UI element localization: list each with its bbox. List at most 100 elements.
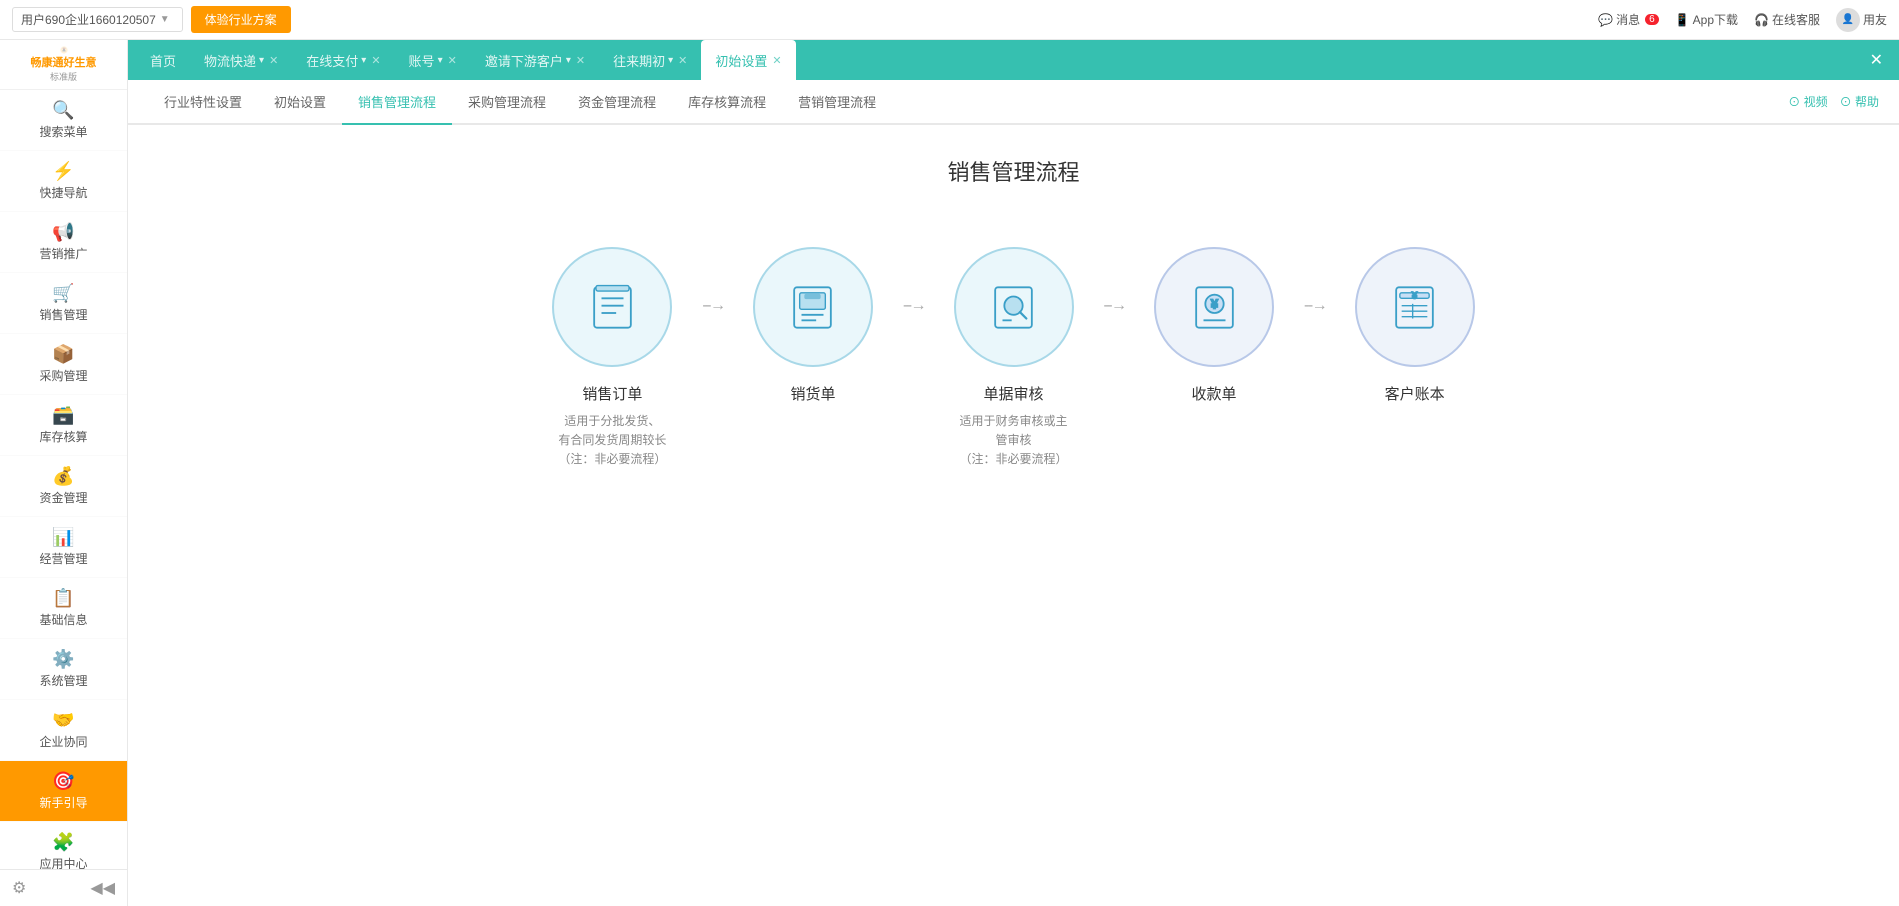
close-init-icon[interactable]: ✕ bbox=[772, 54, 781, 67]
top-bar-left: 用户690企业1660120507 ▼ 体验行业方案 bbox=[12, 6, 291, 33]
user-selector[interactable]: 用户690企业1660120507 ▼ bbox=[12, 7, 183, 32]
marketing-icon: 📢 bbox=[52, 222, 74, 243]
collab-icon: 🤝 bbox=[52, 710, 74, 731]
settings-icon[interactable]: ⚙ bbox=[12, 878, 26, 898]
sidebar-label-inventory: 库存核算 bbox=[39, 428, 87, 445]
subtab-marketing-flow-label: 营销管理流程 bbox=[798, 95, 876, 110]
svg-text:¥: ¥ bbox=[1210, 296, 1218, 311]
arrow-icon: ▾ bbox=[259, 55, 264, 66]
tab-invite[interactable]: 邀请下游客户 ▾ ✕ bbox=[471, 40, 599, 80]
tab-logistics-label: 物流快递 bbox=[204, 51, 256, 70]
top-bar-right: 💬 消息 6 📱 App下载 🎧 在线客服 👤 用友 bbox=[1598, 8, 1887, 32]
tab-payment[interactable]: 在线支付 ▾ ✕ bbox=[292, 40, 394, 80]
tab-logistics[interactable]: 物流快递 ▾ ✕ bbox=[190, 40, 292, 80]
close-invite-icon[interactable]: ✕ bbox=[576, 54, 585, 67]
sidebar-item-finance[interactable]: 💰 资金管理 bbox=[0, 456, 127, 517]
system-icon: ⚙️ bbox=[52, 649, 74, 670]
sidebar-item-apps[interactable]: 🧩 应用中心 bbox=[0, 822, 127, 869]
sidebar-item-basic[interactable]: 📋 基础信息 bbox=[0, 578, 127, 639]
sidebar-label-collab: 企业协同 bbox=[39, 733, 87, 750]
subtab-purchase-flow-label: 采购管理流程 bbox=[468, 95, 546, 110]
sidebar-item-purchase[interactable]: 📦 采购管理 bbox=[0, 334, 127, 395]
sidebar-item-guide[interactable]: 🎯 新手引导 bbox=[0, 761, 127, 822]
messages-button[interactable]: 💬 消息 6 bbox=[1598, 11, 1659, 28]
tab-account-label: 账号 bbox=[409, 51, 435, 70]
sidebar-label-sales: 销售管理 bbox=[39, 306, 87, 323]
app-download-label: App下载 bbox=[1693, 11, 1738, 28]
user-menu[interactable]: 👤 用友 bbox=[1836, 8, 1887, 32]
close-logistics-icon[interactable]: ✕ bbox=[269, 54, 278, 67]
sidebar-item-marketing[interactable]: 📢 营销推广 bbox=[0, 212, 127, 273]
guide-icon: 🎯 bbox=[52, 771, 74, 792]
sidebar-item-system[interactable]: ⚙️ 系统管理 bbox=[0, 639, 127, 700]
svg-text:¥: ¥ bbox=[1411, 290, 1418, 300]
tab-account[interactable]: 账号 ▾ ✕ bbox=[395, 40, 471, 80]
online-service-button[interactable]: 🎧 在线客服 bbox=[1754, 11, 1820, 28]
app-download-button[interactable]: 📱 App下载 bbox=[1675, 11, 1738, 28]
arrow-icon-4: ▾ bbox=[566, 55, 571, 66]
sidebar-item-sales[interactable]: 🛒 销售管理 bbox=[0, 273, 127, 334]
sidebar-label-system: 系统管理 bbox=[39, 672, 87, 689]
close-period-icon[interactable]: ✕ bbox=[678, 54, 687, 67]
subtab-sales-flow[interactable]: 销售管理流程 bbox=[342, 80, 452, 125]
flow-desc-audit: 适用于财务审核或主管审核（注：非必要流程） bbox=[959, 412, 1067, 470]
sidebar-label-apps: 应用中心 bbox=[39, 855, 87, 869]
lightning-icon: ⚡ bbox=[52, 161, 74, 182]
tab-period[interactable]: 往来期初 ▾ ✕ bbox=[599, 40, 701, 80]
subtab-sales-flow-label: 销售管理流程 bbox=[358, 95, 436, 110]
sidebar-label-marketing: 营销推广 bbox=[39, 245, 87, 262]
flow-item-receipt: ¥ 收款单 bbox=[1124, 247, 1304, 412]
sidebar-nav: 🔍 搜索菜单 ⚡ 快捷导航 📢 营销推广 🛒 销售管理 📦 采购管理 🗃️ bbox=[0, 90, 127, 869]
download-icon: 📱 bbox=[1675, 13, 1690, 27]
sidebar-label-basic: 基础信息 bbox=[39, 611, 87, 628]
nav-close-button[interactable]: ✕ bbox=[1862, 50, 1891, 70]
collapse-icon[interactable]: ◀◀ bbox=[90, 878, 115, 898]
customer-ledger-icon: ¥ bbox=[1387, 280, 1442, 335]
trial-button[interactable]: 体验行业方案 bbox=[191, 6, 291, 33]
sidebar-label-guide: 新手引导 bbox=[39, 794, 87, 811]
sidebar-item-quick[interactable]: ⚡ 快捷导航 bbox=[0, 151, 127, 212]
sidebar-item-collab[interactable]: 🤝 企业协同 bbox=[0, 700, 127, 761]
flow-arrow-3: - - → bbox=[1104, 247, 1125, 315]
dropdown-arrow-icon: ▼ bbox=[160, 14, 170, 25]
top-bar: 用户690企业1660120507 ▼ 体验行业方案 💬 消息 6 📱 App下… bbox=[0, 0, 1899, 40]
inventory-icon: 🗃️ bbox=[52, 405, 74, 426]
search-icon: 🔍 bbox=[52, 100, 74, 121]
flow-circle-sales-invoice bbox=[753, 247, 873, 367]
flow-label-sales-order: 销售订单 bbox=[582, 383, 642, 404]
video-link[interactable]: ⊙ 视频 bbox=[1788, 93, 1827, 110]
receipt-icon: ¥ bbox=[1187, 280, 1242, 335]
sidebar-item-search[interactable]: 🔍 搜索菜单 bbox=[0, 90, 127, 151]
online-service-label: 在线客服 bbox=[1772, 11, 1820, 28]
close-payment-icon[interactable]: ✕ bbox=[371, 54, 380, 67]
basic-icon: 📋 bbox=[52, 588, 74, 609]
subtab-industry[interactable]: 行业特性设置 bbox=[148, 80, 258, 125]
sidebar-item-inventory[interactable]: 🗃️ 库存核算 bbox=[0, 395, 127, 456]
logo-subtitle: 标准版 bbox=[31, 70, 97, 83]
flow-circle-customer-ledger: ¥ bbox=[1355, 247, 1475, 367]
sidebar-bottom: ⚙ ◀◀ bbox=[0, 869, 127, 906]
subtab-purchase-flow[interactable]: 采购管理流程 bbox=[452, 80, 562, 125]
sub-tabs-right: ⊙ 视频 ⊙ 帮助 bbox=[1788, 93, 1879, 110]
apps-icon: 🧩 bbox=[52, 832, 74, 853]
tab-payment-label: 在线支付 bbox=[306, 51, 358, 70]
main-layout: 🐰 畅康通好生意 标准版 🔍 搜索菜单 ⚡ 快捷导航 📢 营销推广 🛒 bbox=[0, 40, 1899, 906]
finance-icon: 💰 bbox=[52, 466, 74, 487]
subtab-initial[interactable]: 初始设置 bbox=[258, 80, 342, 125]
subtab-finance-flow[interactable]: 资金管理流程 bbox=[562, 80, 672, 125]
close-account-icon[interactable]: ✕ bbox=[448, 54, 457, 67]
logo-icon: 🐰 bbox=[46, 46, 82, 54]
flow-item-sales-invoice: 销货单 bbox=[723, 247, 903, 412]
tab-init[interactable]: 初始设置 ✕ bbox=[701, 40, 795, 80]
flow-arrow-2: - - → bbox=[903, 247, 924, 315]
help-link[interactable]: ⊙ 帮助 bbox=[1840, 93, 1879, 110]
flow-label-receipt: 收款单 bbox=[1192, 383, 1237, 404]
subtab-marketing-flow[interactable]: 营销管理流程 bbox=[782, 80, 892, 125]
subtab-inventory-flow[interactable]: 库存核算流程 bbox=[672, 80, 782, 125]
audit-icon bbox=[986, 280, 1041, 335]
sidebar-item-operation[interactable]: 📊 经营管理 bbox=[0, 517, 127, 578]
tab-home[interactable]: 首页 bbox=[136, 40, 190, 80]
flow-item-customer-ledger: ¥ 客户账本 bbox=[1325, 247, 1505, 412]
purchase-icon: 📦 bbox=[52, 344, 74, 365]
svg-text:🐰: 🐰 bbox=[61, 47, 66, 52]
